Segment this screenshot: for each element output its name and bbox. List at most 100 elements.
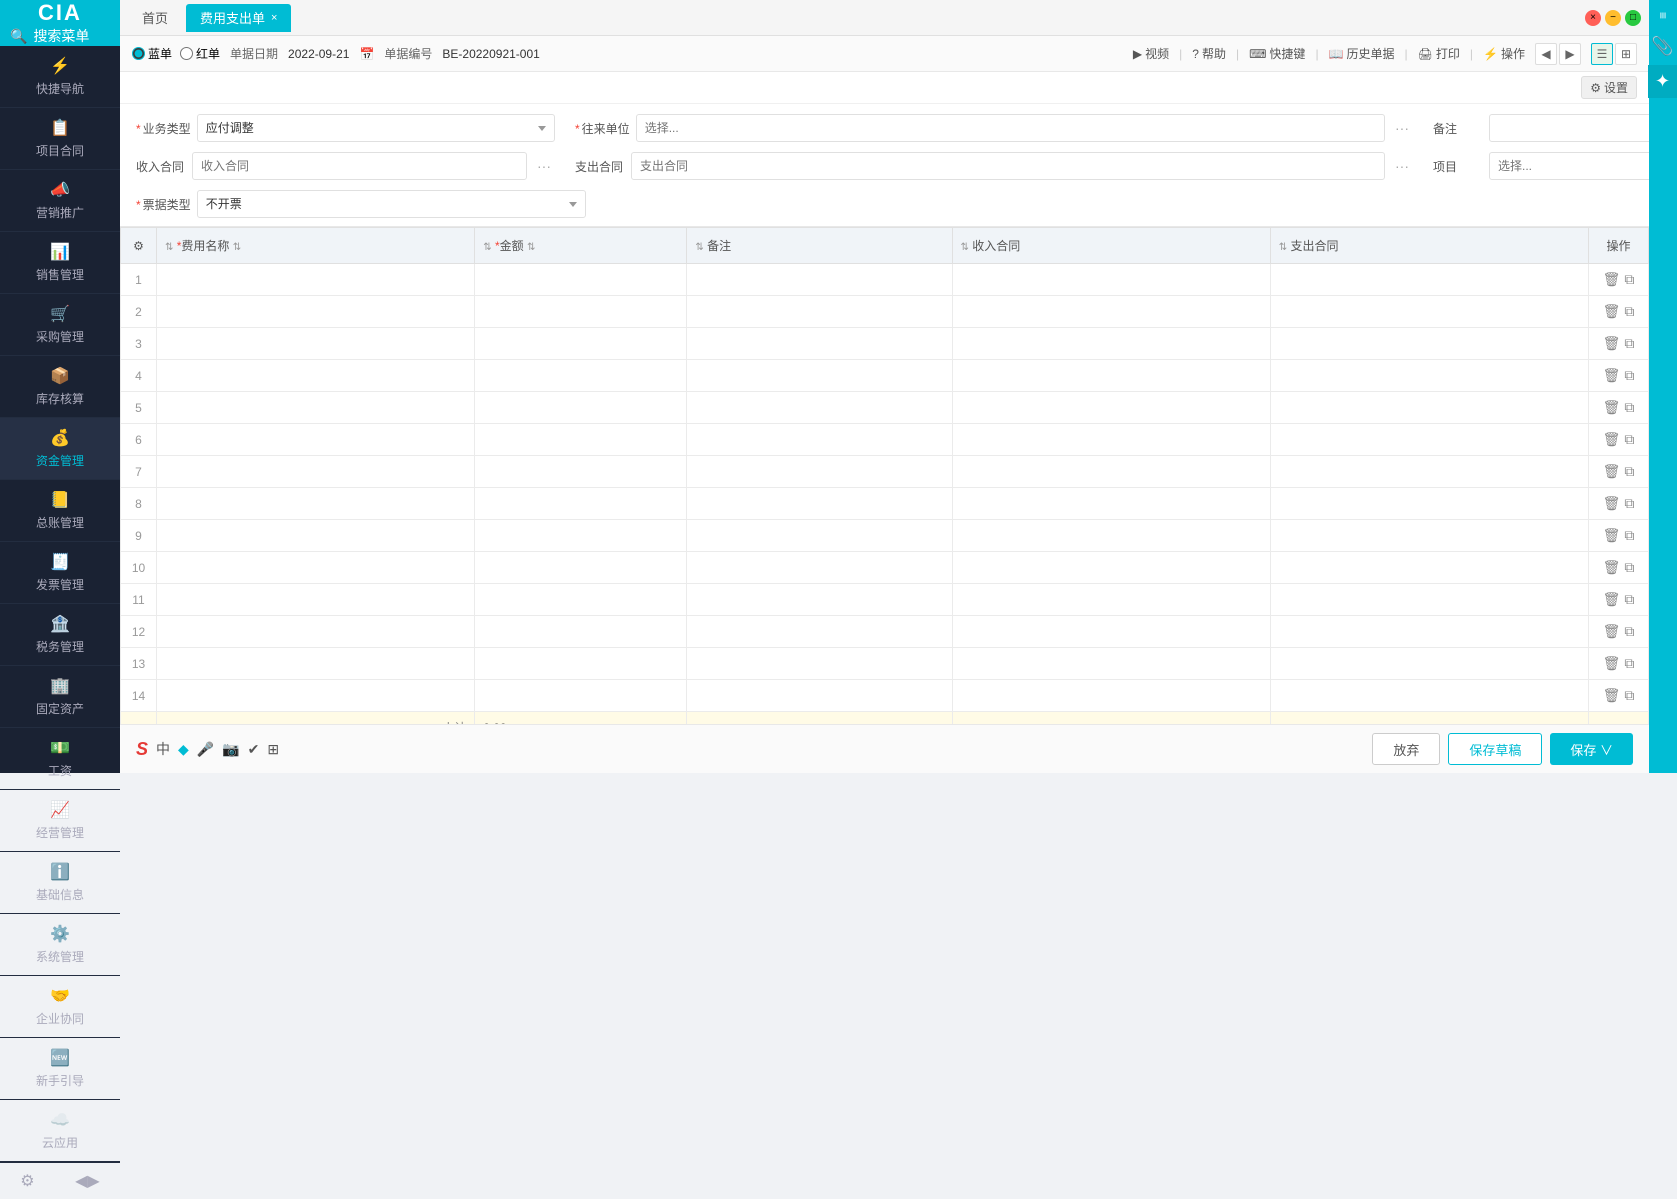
sidebar-item-project-contract[interactable]: 📋 项目合同	[0, 108, 120, 170]
blue-bill-radio[interactable]: 蓝单	[132, 45, 172, 62]
sidebar-item-accounting[interactable]: 📒 总账管理	[0, 480, 120, 542]
copy-row-icon[interactable]: ⧉	[1624, 335, 1634, 352]
amount-cell[interactable]	[475, 296, 687, 328]
amount-cell[interactable]	[475, 520, 687, 552]
delete-row-icon[interactable]: 🗑	[1603, 559, 1621, 576]
income-contract-cell[interactable]	[952, 392, 1270, 424]
red-bill-radio[interactable]: 红单	[180, 45, 220, 62]
income-contract-input[interactable]	[192, 152, 527, 180]
remark-cell[interactable]	[687, 648, 952, 680]
next-record-button[interactable]: ▶	[1559, 43, 1581, 65]
delete-row-icon[interactable]: 🗑	[1603, 623, 1621, 640]
income-contract-cell[interactable]	[952, 552, 1270, 584]
delete-row-icon[interactable]: 🗑	[1603, 591, 1621, 608]
sidebar-item-inventory[interactable]: 📦 库存核算	[0, 356, 120, 418]
delete-row-icon[interactable]: 🗑	[1603, 527, 1621, 544]
sidebar-item-salary[interactable]: 💵 工资	[0, 728, 120, 790]
amount-cell[interactable]	[475, 424, 687, 456]
sidebar-item-quick-nav[interactable]: ⚡ 快捷导航	[0, 46, 120, 108]
amount-cell[interactable]	[475, 360, 687, 392]
sidebar-item-purchase[interactable]: 🛒 采购管理	[0, 294, 120, 356]
copy-row-icon[interactable]: ⧉	[1624, 399, 1634, 416]
expense-contract-cell[interactable]	[1270, 424, 1588, 456]
delete-row-icon[interactable]: 🗑	[1603, 335, 1621, 352]
expense-name-cell[interactable]	[157, 264, 475, 296]
copy-row-icon[interactable]: ⧉	[1624, 687, 1634, 704]
income-contract-cell[interactable]	[952, 648, 1270, 680]
expense-contract-cell[interactable]	[1270, 488, 1588, 520]
sidebar-item-marketing[interactable]: 📣 营销推广	[0, 170, 120, 232]
amount-cell[interactable]	[475, 648, 687, 680]
income-contract-cell[interactable]	[952, 616, 1270, 648]
expense-name-cell[interactable]	[157, 488, 475, 520]
amount-cell[interactable]	[475, 328, 687, 360]
view-video-button[interactable]: ▶ 视频	[1133, 45, 1169, 62]
payee-more-button[interactable]: ···	[1391, 120, 1413, 136]
col-remark[interactable]: ⇅ 备注	[687, 228, 952, 264]
expense-name-cell[interactable]	[157, 520, 475, 552]
window-maximize-button[interactable]: □	[1625, 10, 1641, 26]
income-contract-cell[interactable]	[952, 360, 1270, 392]
col-expense-name[interactable]: ⇅ *费用名称 ⇅	[157, 228, 475, 264]
income-contract-cell[interactable]	[952, 296, 1270, 328]
income-contract-more-button[interactable]: ···	[533, 158, 555, 174]
sidebar-item-sales[interactable]: 📊 销售管理	[0, 232, 120, 294]
invoice-type-select[interactable]: 不开票	[197, 190, 586, 218]
remark-cell[interactable]	[687, 584, 952, 616]
sidebar-item-system[interactable]: ⚙️ 系统管理	[0, 914, 120, 976]
amount-cell[interactable]	[475, 552, 687, 584]
expense-contract-more-button[interactable]: ···	[1391, 158, 1413, 174]
operations-button[interactable]: ⚡ 操作	[1483, 45, 1525, 62]
sidebar-item-basic-info[interactable]: ℹ️ 基础信息	[0, 852, 120, 914]
amount-cell[interactable]	[475, 456, 687, 488]
right-panel-btn-1[interactable]: ≡	[1652, 4, 1674, 27]
list-view-button[interactable]: ☰	[1591, 43, 1613, 65]
copy-row-icon[interactable]: ⧉	[1624, 495, 1634, 512]
delete-row-icon[interactable]: 🗑	[1603, 271, 1621, 288]
col-expense-contract[interactable]: ⇅ 支出合同	[1270, 228, 1588, 264]
sidebar-item-cloud[interactable]: ☁️ 云应用	[0, 1100, 120, 1162]
copy-row-icon[interactable]: ⧉	[1624, 559, 1634, 576]
expense-name-cell[interactable]	[157, 360, 475, 392]
sidebar-item-invoice[interactable]: 🧾 发票管理	[0, 542, 120, 604]
delete-row-icon[interactable]: 🗑	[1603, 431, 1621, 448]
expense-name-cell[interactable]	[157, 456, 475, 488]
remark-cell[interactable]	[687, 456, 952, 488]
history-button[interactable]: 📖 历史单据	[1329, 45, 1395, 62]
expense-contract-cell[interactable]	[1270, 584, 1588, 616]
amount-cell[interactable]	[475, 392, 687, 424]
expense-name-cell[interactable]	[157, 296, 475, 328]
sidebar-item-ops[interactable]: 📈 经营管理	[0, 790, 120, 852]
grid-view-button[interactable]: ⊞	[1615, 43, 1637, 65]
amount-cell[interactable]	[475, 264, 687, 296]
col-gear[interactable]: ⚙	[121, 228, 157, 264]
expense-name-cell[interactable]	[157, 616, 475, 648]
payee-input[interactable]	[636, 114, 1385, 142]
save-button[interactable]: 保存 ∨	[1550, 733, 1633, 765]
copy-row-icon[interactable]: ⧉	[1624, 431, 1634, 448]
camera-icon[interactable]: 📷	[222, 741, 239, 758]
amount-cell[interactable]	[475, 584, 687, 616]
income-contract-cell[interactable]	[952, 584, 1270, 616]
expense-name-cell[interactable]	[157, 552, 475, 584]
sidebar-item-capital[interactable]: 💰 资金管理	[0, 418, 120, 480]
delete-row-icon[interactable]: 🗑	[1603, 303, 1621, 320]
window-close-button[interactable]: ×	[1585, 10, 1601, 26]
help-button[interactable]: ? 帮助	[1192, 45, 1226, 62]
amount-cell[interactable]	[475, 680, 687, 712]
discard-button[interactable]: 放弃	[1372, 733, 1440, 765]
expense-contract-cell[interactable]	[1270, 264, 1588, 296]
grid-icon[interactable]: ⊞	[267, 741, 279, 758]
zhong-icon[interactable]: 中	[156, 739, 170, 759]
sidebar-item-fixed-assets[interactable]: 🏢 固定资产	[0, 666, 120, 728]
expense-name-cell[interactable]	[157, 584, 475, 616]
expense-contract-cell[interactable]	[1270, 392, 1588, 424]
income-contract-cell[interactable]	[952, 680, 1270, 712]
copy-row-icon[interactable]: ⧉	[1624, 655, 1634, 672]
income-contract-cell[interactable]	[952, 488, 1270, 520]
sidebar-item-tax[interactable]: 🏦 税务管理	[0, 604, 120, 666]
col-amount[interactable]: ⇅ *金额 ⇅	[475, 228, 687, 264]
expense-contract-cell[interactable]	[1270, 616, 1588, 648]
delete-row-icon[interactable]: 🗑	[1603, 687, 1621, 704]
remark-cell[interactable]	[687, 360, 952, 392]
